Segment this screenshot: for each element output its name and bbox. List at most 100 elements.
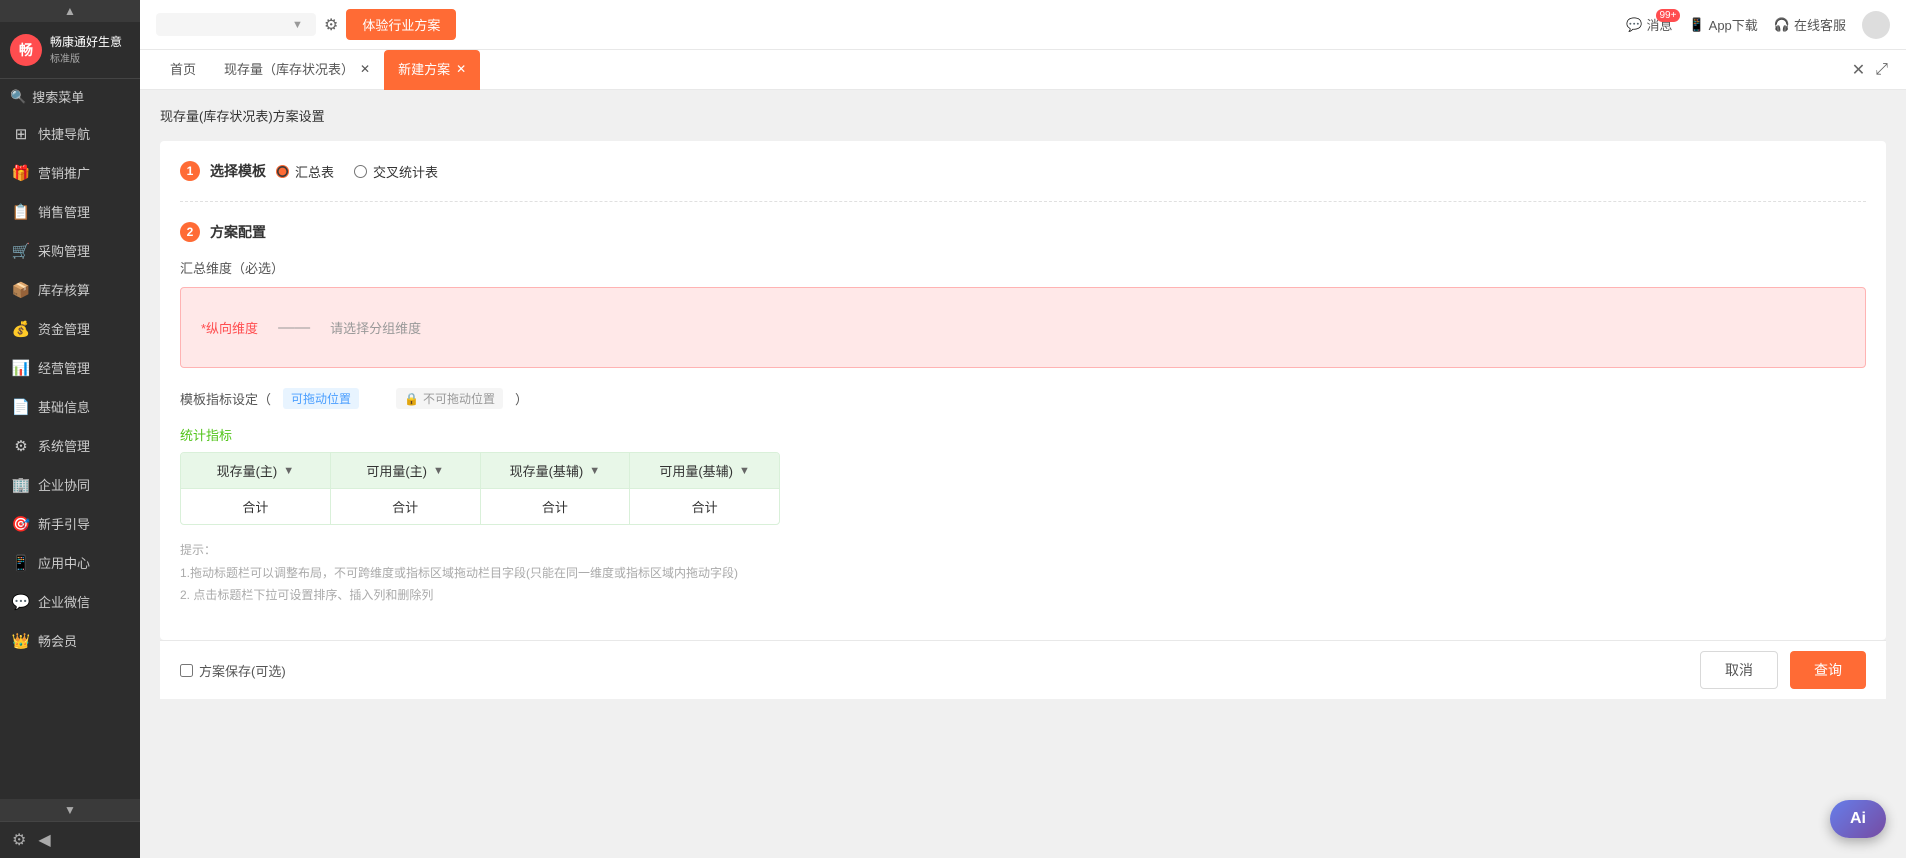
radio-cross[interactable]: 交叉统计表 bbox=[354, 162, 438, 181]
sidebar-item-label: 应用中心 bbox=[38, 553, 90, 572]
col-available-main-dropdown[interactable]: ▼ bbox=[433, 465, 444, 477]
save-option[interactable]: 方案保存(可选) bbox=[180, 661, 286, 680]
col-inventory-sub-header[interactable]: 现存量(基辅) ▼ bbox=[481, 453, 631, 488]
user-avatar[interactable] bbox=[1862, 11, 1890, 39]
sidebar-scroll-up[interactable]: ▲ bbox=[0, 0, 140, 22]
radio-cross-input[interactable] bbox=[354, 165, 367, 178]
col-available-sub-dropdown[interactable]: ▼ bbox=[739, 465, 750, 477]
finance-icon: 💰 bbox=[12, 320, 30, 338]
tips-section: 提示： 1.拖动标题栏可以调整布局，不可跨维度或指标区域拖动栏目字段(只能在同一… bbox=[180, 541, 1866, 604]
app-download-label: App下载 bbox=[1709, 15, 1758, 34]
sidebar-item-operations[interactable]: 📊 经营管理 bbox=[0, 348, 140, 387]
col-available-main-header[interactable]: 可用量(主) ▼ bbox=[331, 453, 481, 488]
settings-icon[interactable]: ⚙ bbox=[12, 830, 26, 850]
sales-icon: 📋 bbox=[12, 203, 30, 221]
radio-summary-label: 汇总表 bbox=[295, 162, 334, 181]
sidebar-item-inventory[interactable]: 📦 库存核算 bbox=[0, 270, 140, 309]
col-inventory-main-label: 现存量(主) bbox=[217, 461, 278, 480]
col-inventory-sub-label: 现存量(基辅) bbox=[510, 461, 584, 480]
col-available-main-data: 合计 bbox=[331, 489, 481, 524]
dimension-arrow: —— bbox=[278, 319, 310, 337]
operations-icon: 📊 bbox=[12, 359, 30, 377]
sidebar-item-finance[interactable]: 💰 资金管理 bbox=[0, 309, 140, 348]
tab-inventory-status-label: 现存量（库存状况表） bbox=[224, 59, 354, 78]
app-center-icon: 📱 bbox=[12, 554, 30, 572]
sidebar-item-enterprise[interactable]: 🏢 企业协同 bbox=[0, 465, 140, 504]
app-name: 畅康通好生意 bbox=[50, 35, 122, 51]
logo-icon: 畅 bbox=[10, 34, 42, 66]
headset-icon: 🎧 bbox=[1774, 17, 1790, 33]
chevron-down-icon: ▼ bbox=[292, 19, 303, 31]
topbar-gear-icon[interactable]: ⚙ bbox=[324, 15, 338, 35]
online-service-btn[interactable]: 🎧 在线客服 bbox=[1774, 15, 1846, 34]
sidebar-item-label: 经营管理 bbox=[38, 358, 90, 377]
radio-summary[interactable]: 汇总表 bbox=[276, 162, 334, 181]
tab-inventory-status[interactable]: 现存量（库存状况表） ✕ bbox=[210, 50, 384, 90]
step1-header: 1 选择模板 汇总表 交叉统计表 bbox=[180, 161, 1866, 181]
save-option-label: 方案保存(可选) bbox=[199, 661, 286, 680]
bottom-buttons: 取消 查询 bbox=[1700, 651, 1866, 689]
sidebar-item-label: 采购管理 bbox=[38, 241, 90, 260]
sidebar-item-label: 企业微信 bbox=[38, 592, 90, 611]
system-icon: ⚙ bbox=[12, 437, 30, 455]
col-available-main-label: 可用量(主) bbox=[366, 461, 427, 480]
panel-expand-btn[interactable]: ⤢ bbox=[1873, 58, 1890, 82]
online-service-label: 在线客服 bbox=[1794, 15, 1846, 34]
page-content: 现存量(库存状况表)方案设置 1 选择模板 汇总表 交叉统计表 bbox=[140, 90, 1906, 858]
search-icon: 🔍 bbox=[10, 89, 26, 105]
sidebar-item-sales[interactable]: 📋 销售管理 bbox=[0, 192, 140, 231]
draggable-badge: 可拖动位置 bbox=[283, 388, 359, 409]
inventory-icon: 📦 bbox=[12, 281, 30, 299]
tab-home[interactable]: 首页 bbox=[156, 50, 210, 90]
trial-btn[interactable]: 体验行业方案 bbox=[346, 9, 456, 40]
sidebar-item-wechat[interactable]: 💬 企业微信 bbox=[0, 582, 140, 621]
sidebar-logo: 畅 畅康通好生意 标准版 bbox=[0, 22, 140, 79]
col-available-sub-header[interactable]: 可用量(基辅) ▼ bbox=[630, 453, 779, 488]
sidebar-item-system[interactable]: ⚙ 系统管理 bbox=[0, 426, 140, 465]
indicator-settings: 模板指标设定（ 可拖动位置 🔒 不可拖动位置 ） bbox=[180, 388, 1866, 409]
indicator-separator bbox=[371, 389, 384, 408]
tab-new-plan[interactable]: 新建方案 ✕ bbox=[384, 50, 480, 90]
message-badge: 99+ bbox=[1656, 9, 1681, 22]
panel-close-btn[interactable]: ✕ bbox=[1850, 58, 1867, 82]
tab-new-plan-close[interactable]: ✕ bbox=[456, 62, 466, 76]
col-inventory-main-header[interactable]: 现存量(主) ▼ bbox=[181, 453, 331, 488]
col-available-sub-label: 可用量(基辅) bbox=[659, 461, 733, 480]
sidebar-item-label: 资金管理 bbox=[38, 319, 90, 338]
sidebar-item-label: 系统管理 bbox=[38, 436, 90, 455]
settings-card: 1 选择模板 汇总表 交叉统计表 2 方案配置 bbox=[160, 141, 1886, 640]
app-download-btn[interactable]: 📱 App下载 bbox=[1688, 15, 1757, 34]
step2-number: 2 bbox=[180, 222, 200, 242]
sidebar-search[interactable]: 🔍 搜索菜单 bbox=[0, 79, 140, 114]
app-edition: 标准版 bbox=[50, 50, 122, 65]
collapse-icon[interactable]: ◀ bbox=[38, 830, 50, 850]
sidebar-item-marketing[interactable]: 🎁 营销推广 bbox=[0, 153, 140, 192]
non-draggable-badge: 🔒 不可拖动位置 bbox=[396, 388, 503, 409]
sidebar-item-basic-info[interactable]: 📄 基础信息 bbox=[0, 387, 140, 426]
col-inventory-sub-dropdown[interactable]: ▼ bbox=[589, 465, 600, 477]
radio-summary-input[interactable] bbox=[276, 165, 289, 178]
tab-new-plan-label: 新建方案 bbox=[398, 59, 450, 78]
dimension-placeholder[interactable]: 请选择分组维度 bbox=[330, 318, 421, 337]
cancel-button[interactable]: 取消 bbox=[1700, 651, 1778, 689]
ai-label: Ai bbox=[1850, 810, 1866, 828]
confirm-button[interactable]: 查询 bbox=[1790, 651, 1866, 689]
col-inventory-main-data: 合计 bbox=[181, 489, 331, 524]
sidebar-scroll-down[interactable]: ▼ bbox=[0, 799, 140, 821]
sidebar-item-purchase[interactable]: 🛒 采购管理 bbox=[0, 231, 140, 270]
sidebar-item-quick-nav[interactable]: ⊞ 快捷导航 bbox=[0, 114, 140, 153]
topbar-search-input[interactable] bbox=[166, 17, 286, 32]
save-checkbox-input[interactable] bbox=[180, 664, 193, 677]
sidebar-item-member[interactable]: 👑 畅会员 bbox=[0, 621, 140, 660]
topbar-right: 💬 消息 99+ 📱 App下载 🎧 在线客服 bbox=[1626, 11, 1890, 39]
message-btn[interactable]: 💬 消息 99+ bbox=[1626, 15, 1672, 34]
tab-inventory-status-close[interactable]: ✕ bbox=[360, 62, 370, 76]
sidebar-item-label: 营销推广 bbox=[38, 163, 90, 182]
topbar-search-box[interactable]: ▼ bbox=[156, 13, 316, 36]
col-inventory-main-dropdown[interactable]: ▼ bbox=[283, 465, 294, 477]
sidebar-item-app-center[interactable]: 📱 应用中心 bbox=[0, 543, 140, 582]
bottom-bar: 方案保存(可选) 取消 查询 bbox=[160, 640, 1886, 699]
ai-fab-button[interactable]: Ai bbox=[1830, 800, 1886, 838]
sidebar-item-label: 库存核算 bbox=[38, 280, 90, 299]
sidebar-item-new-guide[interactable]: 🎯 新手引导 bbox=[0, 504, 140, 543]
